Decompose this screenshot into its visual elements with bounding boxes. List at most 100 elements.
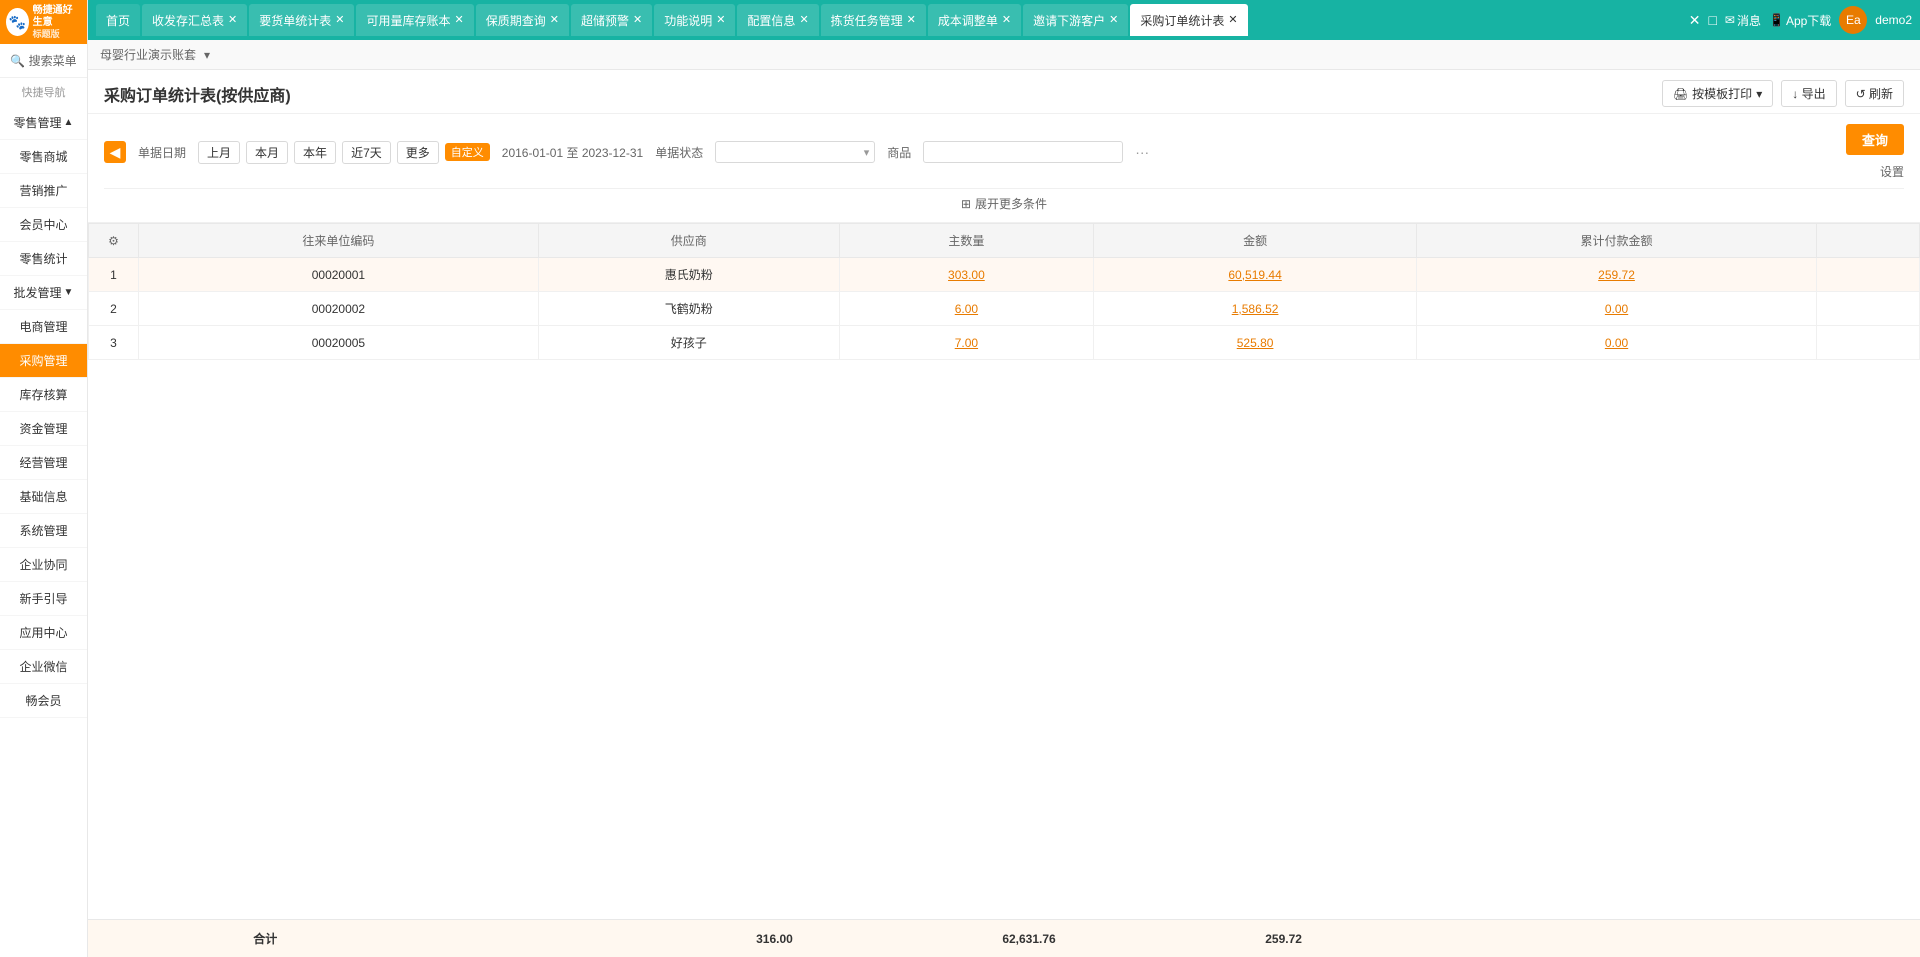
sidebar-item-label: 畅会员: [25, 694, 61, 708]
export-button[interactable]: ↓ 导出: [1781, 80, 1836, 107]
filter-row-main: ◀ 单据日期 上月 本月 本年 近7天 更多 自定义 2016-01-01 至 …: [104, 124, 1904, 180]
sidebar-item-inventory[interactable]: 库存核算: [0, 378, 87, 412]
user-name[interactable]: demo2: [1875, 13, 1912, 27]
tab-label: 功能说明: [664, 12, 712, 29]
sidebar-item-operations[interactable]: 经营管理: [0, 446, 87, 480]
footer-label: 合计: [138, 930, 393, 947]
sidebar-item-system[interactable]: 系统管理: [0, 514, 87, 548]
sidebar-item-app-center[interactable]: 应用中心: [0, 616, 87, 650]
sidebar-item-vip-member[interactable]: 畅会员: [0, 684, 87, 718]
sidebar-item-enterprise[interactable]: 企业协同: [0, 548, 87, 582]
paid-link[interactable]: 259.72: [1598, 268, 1635, 282]
qty-link[interactable]: 7.00: [955, 336, 978, 350]
window-close-btn[interactable]: ✕: [1689, 13, 1701, 27]
cell-extra: [1816, 292, 1919, 326]
avatar[interactable]: Ea: [1839, 6, 1867, 34]
status-select[interactable]: [715, 141, 875, 163]
tab-available-inventory[interactable]: 可用量库存账本 ✕: [356, 4, 473, 36]
sidebar-item-retail-mall[interactable]: 零售商城: [0, 140, 87, 174]
sidebar-item-label: 批发管理: [14, 284, 62, 301]
more-options-btn[interactable]: ···: [1135, 144, 1149, 160]
tab-label: 可用量库存账本: [366, 12, 450, 29]
period-this-month[interactable]: 本月: [246, 141, 288, 164]
tab-close-btn[interactable]: ✕: [455, 15, 464, 26]
expand-more-row: ⊞ 展开更多条件: [104, 188, 1904, 212]
table-row: 1 00020001 惠氏奶粉 303.00 60,519.44 259.72: [89, 258, 1920, 292]
filter-collapse-btn[interactable]: ◀: [104, 141, 126, 163]
tab-task-mgmt[interactable]: 拣货任务管理 ✕: [821, 4, 926, 36]
goods-input[interactable]: [923, 141, 1123, 163]
sidebar-item-purchase-mgmt[interactable]: 采购管理: [0, 344, 87, 378]
paid-link[interactable]: 0.00: [1605, 302, 1628, 316]
cell-supplier-code: 00020002: [139, 292, 539, 326]
settings-icon[interactable]: ⚙: [108, 234, 119, 248]
chevron-down-icon[interactable]: ▾: [204, 48, 210, 62]
sidebar-item-basic-info[interactable]: 基础信息: [0, 480, 87, 514]
sidebar-item-new-guide[interactable]: 新手引导: [0, 582, 87, 616]
cell-index: 3: [89, 326, 139, 360]
period-more[interactable]: 更多: [397, 141, 439, 164]
sidebar-item-finance[interactable]: 资金管理: [0, 412, 87, 446]
sidebar-item-enterprise-wechat[interactable]: 企业微信: [0, 650, 87, 684]
sidebar-item-label: 企业微信: [19, 660, 67, 674]
tab-close-btn[interactable]: ✕: [633, 15, 642, 26]
query-column: 查询 设置: [1846, 124, 1904, 180]
tab-collect-pay[interactable]: 收发存汇总表 ✕: [142, 4, 247, 36]
sidebar-item-wholesale-mgmt[interactable]: 批发管理 ▼: [0, 276, 87, 310]
amount-link[interactable]: 525.80: [1237, 336, 1274, 350]
tab-close-btn[interactable]: ✕: [228, 15, 237, 26]
sidebar-search[interactable]: 🔍 搜索菜单: [0, 44, 87, 78]
tab-expiry-query[interactable]: 保质期查询 ✕: [476, 4, 569, 36]
sidebar-item-ecommerce[interactable]: 电商管理: [0, 310, 87, 344]
tab-close-btn[interactable]: ✕: [1002, 15, 1011, 26]
tab-label: 邀请下游客户: [1033, 12, 1105, 29]
tab-close-btn[interactable]: ✕: [1228, 15, 1237, 26]
period-this-year[interactable]: 本年: [294, 141, 336, 164]
refresh-button[interactable]: ↺ 刷新: [1845, 80, 1904, 107]
tab-close-btn[interactable]: ✕: [1109, 15, 1118, 26]
paid-link[interactable]: 0.00: [1605, 336, 1628, 350]
query-button[interactable]: 查询: [1846, 124, 1904, 155]
qty-link[interactable]: 6.00: [955, 302, 978, 316]
tab-home[interactable]: 首页: [96, 4, 140, 36]
tab-config-info[interactable]: 配置信息 ✕: [737, 4, 818, 36]
message-btn[interactable]: ✉ 消息: [1725, 12, 1761, 29]
period-last-month[interactable]: 上月: [198, 141, 240, 164]
sidebar-item-retail-mgmt[interactable]: 零售管理 ▲: [0, 106, 87, 140]
tab-cost-adjust[interactable]: 成本调整单 ✕: [928, 4, 1021, 36]
date-range-display: 2016-01-01 至 2023-12-31: [502, 144, 643, 161]
tab-close-btn[interactable]: ✕: [799, 15, 808, 26]
tab-order-stats[interactable]: 要货单统计表 ✕: [249, 4, 354, 36]
tab-close-btn[interactable]: ✕: [335, 15, 344, 26]
table-header-row: ⚙ 往来单位编码 供应商 主数量 金额 累计付款金额: [89, 224, 1920, 258]
sidebar-item-label: 电商管理: [19, 320, 67, 334]
tab-close-btn[interactable]: ✕: [550, 15, 559, 26]
cell-supplier-code: 00020005: [139, 326, 539, 360]
tab-close-btn[interactable]: ✕: [907, 15, 916, 26]
date-filter-label: 单据日期: [138, 144, 186, 161]
cell-index: 2: [89, 292, 139, 326]
qty-link[interactable]: 303.00: [948, 268, 985, 282]
app-download-btn[interactable]: 📱 App下载: [1769, 12, 1831, 29]
tab-close-btn[interactable]: ✕: [716, 15, 725, 26]
settings-link[interactable]: 设置: [1880, 163, 1904, 180]
tab-purchase-order-stats[interactable]: 采购订单统计表 ✕: [1130, 4, 1247, 36]
tab-overstock-warning[interactable]: 超储预警 ✕: [571, 4, 652, 36]
sidebar-item-retail-stats[interactable]: 零售统计: [0, 242, 87, 276]
window-maximize-btn[interactable]: □: [1708, 13, 1716, 27]
sidebar-item-label: 应用中心: [19, 626, 67, 640]
cell-main-qty: 6.00: [839, 292, 1093, 326]
period-last-7days[interactable]: 近7天: [342, 141, 391, 164]
sidebar-item-marketing[interactable]: 营销推广: [0, 174, 87, 208]
page-header: 采购订单统计表(按供应商) 🖨 按模板打印 ▾ ↓ 导出 ↺ 刷新: [88, 70, 1920, 114]
export-icon: ↓: [1792, 87, 1798, 101]
expand-more-label[interactable]: 展开更多条件: [975, 195, 1047, 212]
amount-link[interactable]: 60,519.44: [1228, 268, 1281, 282]
tab-label: 成本调整单: [938, 12, 998, 29]
amount-link[interactable]: 1,586.52: [1232, 302, 1279, 316]
cell-index: 1: [89, 258, 139, 292]
tab-function-desc[interactable]: 功能说明 ✕: [654, 4, 735, 36]
sidebar-item-member-center[interactable]: 会员中心: [0, 208, 87, 242]
tab-invite-downstream[interactable]: 邀请下游客户 ✕: [1023, 4, 1128, 36]
template-print-button[interactable]: 🖨 按模板打印 ▾: [1662, 80, 1773, 107]
